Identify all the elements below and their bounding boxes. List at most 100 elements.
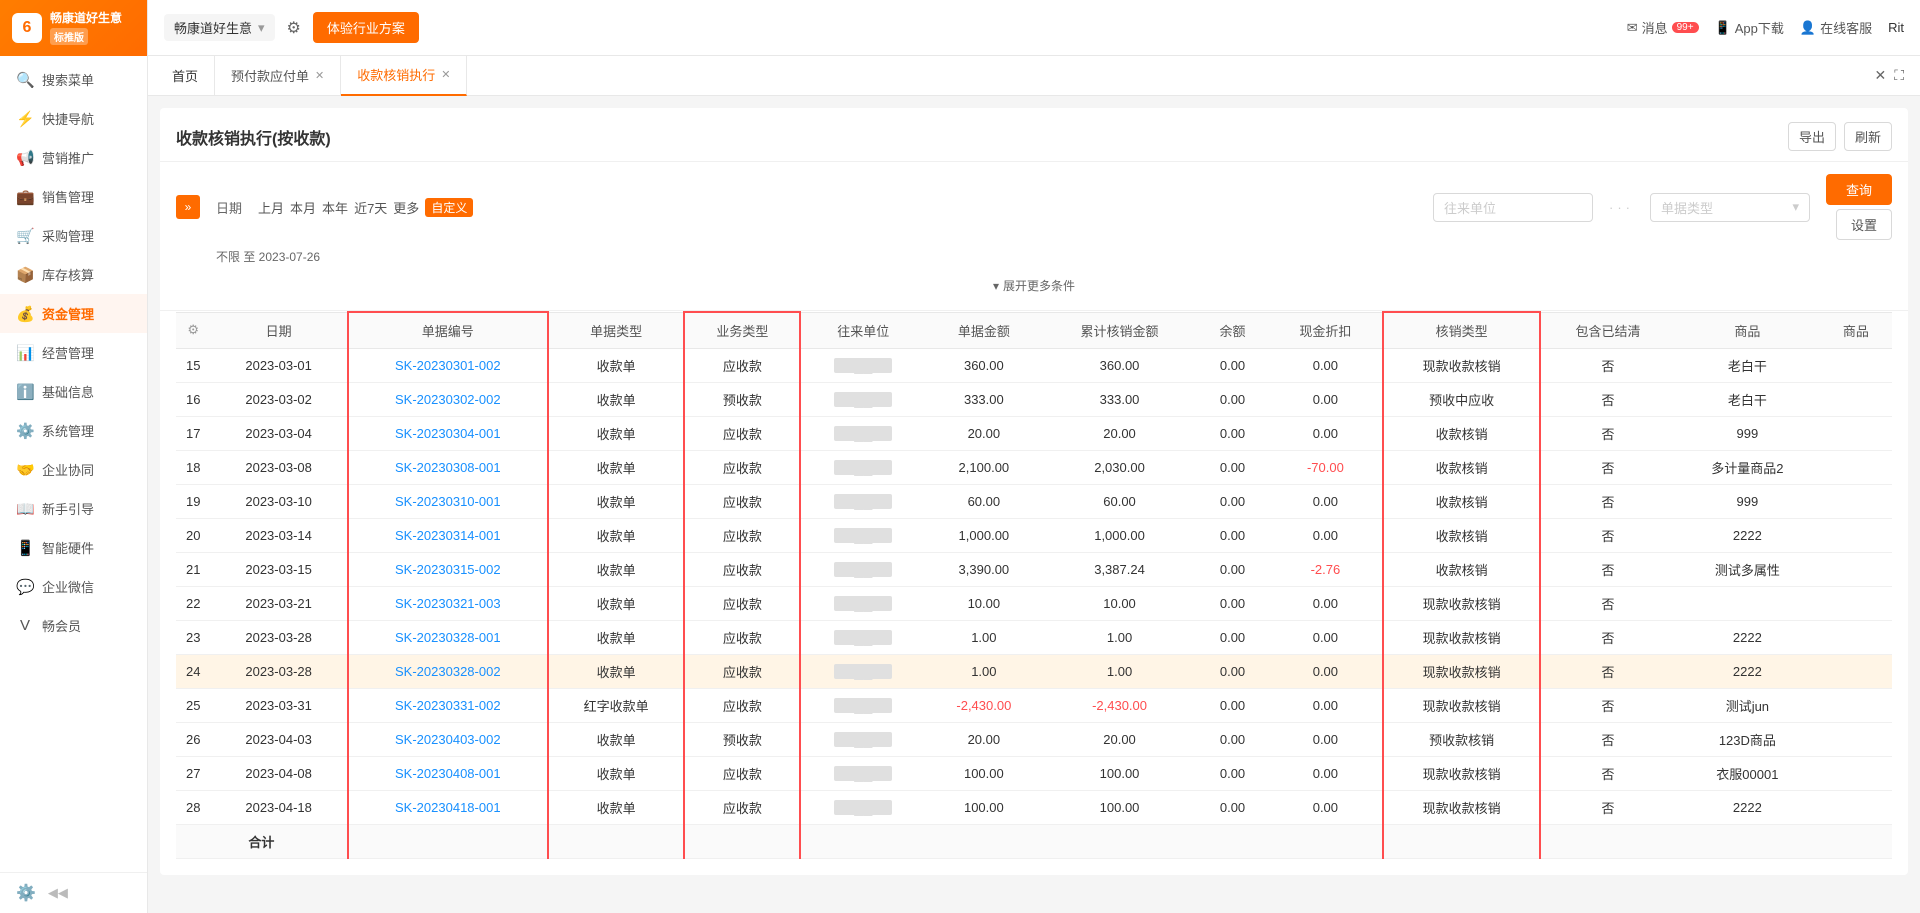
voucher-no-link[interactable]: SK-20230321-003	[395, 596, 501, 611]
user-name[interactable]: Rit	[1888, 20, 1904, 35]
cell-product1: 123D商品	[1675, 723, 1820, 757]
cell-date: 2023-04-18	[210, 791, 347, 825]
sidebar-item-enterprise[interactable]: 🤝企业协同	[0, 450, 147, 489]
voucher-no-link[interactable]: SK-20230328-002	[395, 664, 501, 679]
sidebar-item-system[interactable]: ⚙️系统管理	[0, 411, 147, 450]
cell-include-settled: 否	[1540, 417, 1675, 451]
close-tab-icon[interactable]: ✕	[1874, 67, 1886, 84]
marketing-icon: 📢	[16, 149, 34, 167]
cell-partner: ██	[800, 553, 925, 587]
voucher-no-link[interactable]: SK-20230408-001	[395, 766, 501, 781]
sidebar-item-basic[interactable]: ℹ️基础信息	[0, 372, 147, 411]
close-tab-prepay-icon[interactable]: ✕	[315, 69, 324, 82]
cell-product1: 测试多属性	[1675, 553, 1820, 587]
cell-voucher-type: 收款单	[548, 485, 685, 519]
fullscreen-icon[interactable]: ⛶	[1894, 67, 1904, 84]
cell-biz-type: 应收款	[684, 349, 800, 383]
company-selector[interactable]: 畅康道好生意 ▾	[164, 14, 275, 41]
date-quick-buttons: 上月 本月 本年 近7天 更多 自定义	[258, 198, 473, 217]
cell-voucher-type: 收款单	[548, 519, 685, 553]
sidebar-item-purchase[interactable]: 🛒采购管理	[0, 216, 147, 255]
cell-voucher-type: 收款单	[548, 451, 685, 485]
sidebar-item-wechat[interactable]: 💬企业微信	[0, 567, 147, 606]
voucher-no-link[interactable]: SK-20230328-001	[395, 630, 501, 645]
voucher-no-link[interactable]: SK-20230403-002	[395, 732, 501, 747]
cell-voucher-type: 收款单	[548, 621, 685, 655]
sidebar-item-member[interactable]: V畅会员	[0, 606, 147, 645]
table-row: 24 2023-03-28 SK-20230328-002 收款单 应收款 ██…	[176, 655, 1892, 689]
cell-include-settled: 否	[1540, 791, 1675, 825]
sidebar-item-sales[interactable]: 💼销售管理	[0, 177, 147, 216]
voucher-type-select[interactable]: 单据类型 ▾	[1650, 193, 1810, 222]
message-icon: ✉	[1627, 20, 1638, 36]
custom-date-btn[interactable]: 自定义	[425, 198, 473, 217]
search-icon: 🔍	[16, 71, 34, 89]
online-service-button[interactable]: 👤 在线客服	[1800, 18, 1872, 37]
voucher-no-link[interactable]: SK-20230301-002	[395, 358, 501, 373]
voucher-no-link[interactable]: SK-20230302-002	[395, 392, 501, 407]
voucher-no-link[interactable]: SK-20230331-002	[395, 698, 501, 713]
last-7days-btn[interactable]: 近7天	[354, 198, 387, 217]
last-month-btn[interactable]: 上月	[258, 198, 284, 217]
settings-button[interactable]: 设置	[1836, 209, 1892, 240]
col-balance-header: 余额	[1196, 312, 1268, 349]
table-row: 26 2023-04-03 SK-20230403-002 收款单 预收款 ██…	[176, 723, 1892, 757]
sidebar-item-finance[interactable]: 💰资金管理	[0, 294, 147, 333]
close-tab-receipt-icon[interactable]: ✕	[441, 68, 450, 81]
guide-icon: 📖	[16, 500, 34, 518]
settings-icon[interactable]: ⚙️	[16, 883, 36, 903]
this-month-btn[interactable]: 本月	[290, 198, 316, 217]
col-setting-header[interactable]: ⚙	[176, 312, 210, 349]
cell-balance: 0.00	[1196, 757, 1268, 791]
cell-cumulative: 60.00	[1043, 485, 1197, 519]
filter-toggle-button[interactable]: »	[176, 195, 200, 219]
expand-more-conditions[interactable]: ▾ 展开更多条件	[176, 273, 1892, 298]
sidebar-item-hardware[interactable]: 📱智能硬件	[0, 528, 147, 567]
sidebar-item-guide[interactable]: 📖新手引导	[0, 489, 147, 528]
app-download-button[interactable]: 📱 App下载	[1715, 18, 1784, 37]
voucher-no-link[interactable]: SK-20230314-001	[395, 528, 501, 543]
finance-icon: 💰	[16, 305, 34, 323]
tab-receipt[interactable]: 收款核销执行✕	[341, 56, 467, 96]
sidebar-label-purchase: 采购管理	[42, 226, 94, 245]
table-header-row: ⚙ 日期 单据编号 单据类型 业务类型 往来单位 单据金额 累计核销金额 余额 …	[176, 312, 1892, 349]
tab-prepay[interactable]: 预付款应付单✕	[215, 56, 341, 96]
refresh-button[interactable]: 刷新	[1844, 122, 1892, 151]
cell-voucher-type: 收款单	[548, 791, 685, 825]
sidebar-item-search[interactable]: 🔍搜索菜单	[0, 60, 147, 99]
cell-cash-discount: -70.00	[1269, 451, 1384, 485]
cell-include-settled: 否	[1540, 655, 1675, 689]
cell-cash-discount: 0.00	[1269, 519, 1384, 553]
cell-date: 2023-03-31	[210, 689, 347, 723]
gear-icon[interactable]: ⚙	[287, 18, 301, 38]
sidebar-item-inventory[interactable]: 📦库存核算	[0, 255, 147, 294]
export-button[interactable]: 导出	[1788, 122, 1836, 151]
tabs-bar: 首页预付款应付单✕收款核销执行✕ ✕ ⛶	[148, 56, 1920, 96]
summary-row: 合计	[176, 825, 1892, 859]
partner-input[interactable]: 往来单位	[1433, 193, 1593, 222]
messages-button[interactable]: ✉ 消息 99+	[1627, 18, 1699, 37]
voucher-no-link[interactable]: SK-20230310-001	[395, 494, 501, 509]
more-dates-btn[interactable]: 更多	[393, 198, 419, 217]
sidebar-item-nav[interactable]: ⚡快捷导航	[0, 99, 147, 138]
query-button[interactable]: 查询	[1826, 174, 1892, 205]
voucher-no-link[interactable]: SK-20230304-001	[395, 426, 501, 441]
cell-date: 2023-03-02	[210, 383, 347, 417]
logo-icon: 6	[12, 13, 42, 43]
cell-amount: 20.00	[925, 723, 1043, 757]
voucher-no-link[interactable]: SK-20230418-001	[395, 800, 501, 815]
this-year-btn[interactable]: 本年	[322, 198, 348, 217]
tab-home[interactable]: 首页	[156, 56, 215, 96]
nav-icon: ⚡	[16, 110, 34, 128]
collapse-icon[interactable]: ◀◀	[48, 885, 68, 901]
sidebar-item-operations[interactable]: 📊经营管理	[0, 333, 147, 372]
cell-voucher-no: SK-20230308-001	[348, 451, 548, 485]
voucher-no-link[interactable]: SK-20230315-002	[395, 562, 501, 577]
cell-date: 2023-03-15	[210, 553, 347, 587]
voucher-no-link[interactable]: SK-20230308-001	[395, 460, 501, 475]
industry-solution-button[interactable]: 体验行业方案	[313, 12, 419, 43]
cell-voucher-no: SK-20230418-001	[348, 791, 548, 825]
cell-biz-type: 应收款	[684, 621, 800, 655]
sidebar-item-marketing[interactable]: 📢营销推广	[0, 138, 147, 177]
cell-no: 16	[176, 383, 210, 417]
